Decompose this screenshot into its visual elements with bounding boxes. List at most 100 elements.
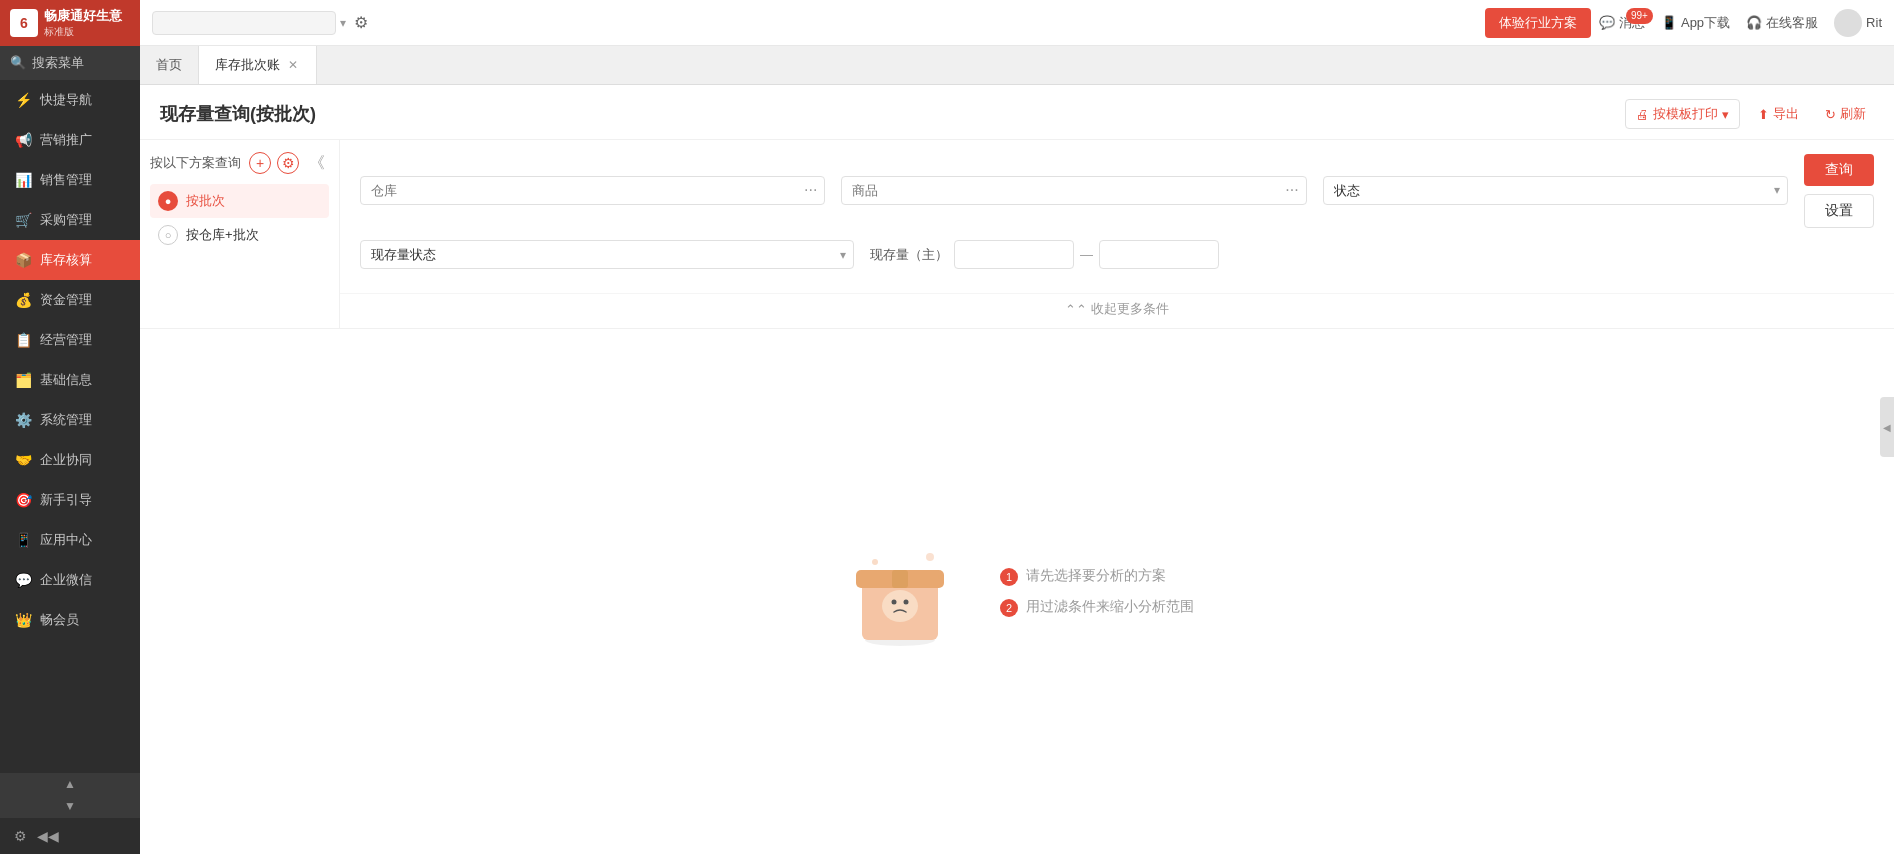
page-title: 现存量查询(按批次) [160,102,316,126]
inventory-qty-min[interactable] [954,240,1074,269]
sidebar-item-operations[interactable]: 📋 经营管理 [0,320,140,360]
topbar-breadcrumb-area: ▾ ⚙ [152,11,1469,35]
message-icon: 💬 [1599,15,1615,30]
empty-hints: 1 请先选择要分析的方案 2 用过滤条件来缩小分析范围 [1000,567,1194,617]
tab-home[interactable]: 首页 [140,46,199,84]
inventory-qty-range: 现存量（主） — [870,240,1364,269]
search-icon: 🔍 [10,55,26,70]
svg-point-6 [904,599,909,604]
topbar-search-input[interactable] [152,11,336,35]
plan-icon-by-batch: ● [158,191,178,211]
plan-icon-by-warehouse: ○ [158,225,178,245]
warehouse-field: ··· [360,176,825,205]
inventory-qty-max[interactable] [1099,240,1219,269]
inventory-icon: 📦 [14,251,32,269]
right-edge-toggle[interactable]: ◀ [1880,397,1894,457]
filter-area: 按以下方案查询 + ⚙ 《 ● 按批次 ○ 按仓库+批次 [140,140,1894,329]
plan-item-by-warehouse-batch[interactable]: ○ 按仓库+批次 [150,218,329,252]
topbar-chevron-icon[interactable]: ▾ [340,16,346,30]
sidebar-item-finance[interactable]: 💰 资金管理 [0,280,140,320]
refresh-icon: ↻ [1825,107,1836,122]
topbar-right: 💬 消息 99+ 📱 App下载 🎧 在线客服 Rit [1599,9,1882,37]
template-print-button[interactable]: 🖨 按模板打印 ▾ [1625,99,1740,129]
sidebar-item-membership[interactable]: 👑 畅会员 [0,600,140,640]
sidebar-item-sales[interactable]: 📊 销售管理 [0,160,140,200]
sidebar-item-system[interactable]: ⚙️ 系统管理 [0,400,140,440]
messages-badge: 99+ [1626,8,1653,24]
hint-num-2: 2 [1000,599,1018,617]
add-plan-button[interactable]: + [249,152,271,174]
trial-button[interactable]: 体验行业方案 [1485,8,1591,38]
purchase-icon: 🛒 [14,211,32,229]
empty-illustration [840,532,960,652]
phone-icon: 📱 [1661,15,1677,30]
sidebar-item-app-center[interactable]: 📱 应用中心 [0,520,140,560]
inventory-status-select[interactable]: 现存量状态 [360,240,854,269]
sidebar-item-marketing[interactable]: 📢 营销推广 [0,120,140,160]
product-dots[interactable]: ··· [1285,181,1298,199]
app-center-icon: 📱 [14,531,32,549]
tab-batch-account[interactable]: 库存批次账 ✕ [199,46,317,84]
status-field: 状态 ▾ [1323,176,1788,205]
topbar: ▾ ⚙ 体验行业方案 💬 消息 99+ 📱 App下载 🎧 在线客服 Rit [140,0,1894,46]
hint-num-1: 1 [1000,568,1018,586]
collapse-plan-button[interactable]: 《 [305,152,329,174]
topbar-gear-icon[interactable]: ⚙ [354,13,368,32]
svg-point-7 [872,559,878,565]
plan-item-by-batch[interactable]: ● 按批次 [150,184,329,218]
app-download-item[interactable]: 📱 App下载 [1661,14,1730,32]
product-input[interactable] [841,176,1306,205]
tabs-bar: 首页 库存批次账 ✕ [140,46,1894,85]
chevron-up-icon: ⌃⌃ [1065,302,1087,317]
sidebar-item-newbie[interactable]: 🎯 新手引导 [0,480,140,520]
warehouse-dots[interactable]: ··· [804,181,817,199]
headset-icon: 🎧 [1746,15,1762,30]
sidebar-footer: ⚙ ◀◀ [0,817,140,854]
svg-point-5 [892,599,897,604]
filter-fields: ··· ··· 状态 ▾ [340,140,1894,293]
settings-plan-button[interactable]: ⚙ [277,152,299,174]
customer-service-item[interactable]: 🎧 在线客服 [1746,14,1818,32]
sidebar-settings-button[interactable]: ⚙ [14,828,27,844]
settings-button[interactable]: 设置 [1804,194,1874,228]
user-avatar-area[interactable]: Rit [1834,9,1882,37]
sidebar-item-basics[interactable]: 🗂️ 基础信息 [0,360,140,400]
finance-icon: 💰 [14,291,32,309]
messages-item[interactable]: 💬 消息 99+ [1599,14,1645,32]
sidebar-item-inventory[interactable]: 📦 库存核算 [0,240,140,280]
collapse-more-button[interactable]: ⌃⌃ 收起更多条件 [340,293,1894,328]
status-select[interactable]: 状态 [1323,176,1788,205]
sidebar-scroll-down[interactable]: ▼ [0,795,140,817]
warehouse-input[interactable] [360,176,825,205]
filter-actions-col: 查询 设置 [1804,152,1874,228]
sidebar-item-purchase[interactable]: 🛒 采购管理 [0,200,140,240]
main-area: ▾ ⚙ 体验行业方案 💬 消息 99+ 📱 App下载 🎧 在线客服 Rit [140,0,1894,854]
query-button[interactable]: 查询 [1804,154,1874,186]
refresh-button[interactable]: ↻ 刷新 [1817,100,1874,128]
export-icon: ⬆ [1758,107,1769,122]
sidebar-item-quick-nav[interactable]: ⚡ 快捷导航 [0,80,140,120]
plan-panel: 按以下方案查询 + ⚙ 《 ● 按批次 ○ 按仓库+批次 [140,140,340,328]
user-avatar [1834,9,1862,37]
tab-close-button[interactable]: ✕ [286,58,300,72]
empty-svg [840,532,960,652]
sidebar: 6 畅康通好生意 标准版 🔍 搜索菜单 ⚡ 快捷导航 📢 营销推广 📊 销售管理… [0,0,140,854]
sidebar-search[interactable]: 🔍 搜索菜单 [0,46,140,80]
plan-panel-actions: + ⚙ 《 [249,152,329,174]
basics-icon: 🗂️ [14,371,32,389]
sidebar-collapse-button[interactable]: ◀◀ [37,828,59,844]
product-field: ··· [841,176,1306,205]
sidebar-scroll-up[interactable]: ▲ [0,773,140,795]
range-dash-icon: — [1080,247,1093,262]
template-print-arrow: ▾ [1722,107,1729,122]
sales-icon: 📊 [14,171,32,189]
export-button[interactable]: ⬆ 导出 [1750,100,1807,128]
sidebar-item-wechat[interactable]: 💬 企业微信 [0,560,140,600]
hint-text-2: 用过滤条件来缩小分析范围 [1026,598,1194,616]
sidebar-item-enterprise[interactable]: 🤝 企业协同 [0,440,140,480]
svg-point-9 [938,575,942,579]
newbie-icon: 🎯 [14,491,32,509]
quick-nav-icon: ⚡ [14,91,32,109]
operations-icon: 📋 [14,331,32,349]
app-logo: 6 [10,9,38,37]
